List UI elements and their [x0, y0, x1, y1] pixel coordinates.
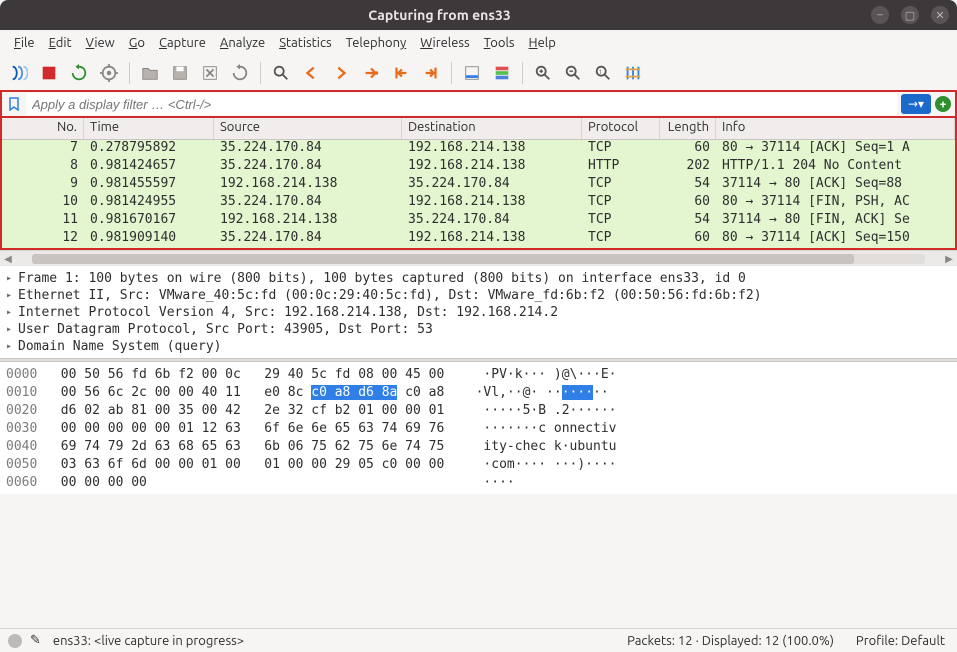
menu-go[interactable]: Go	[123, 34, 151, 52]
col-header-source[interactable]: Source	[214, 118, 402, 139]
menu-analyze[interactable]: Analyze	[214, 34, 271, 52]
detail-tree-item[interactable]: ▸Domain Name System (query)	[6, 338, 951, 355]
hex-row[interactable]: 0020 d6 02 ab 81 00 35 00 42 2e 32 cf b2…	[6, 402, 951, 420]
packet-row[interactable]: 90.981455597192.168.214.13835.224.170.84…	[2, 176, 955, 194]
toolbar-separator	[129, 62, 130, 84]
window-titlebar: Capturing from ens33 – ▢ ✕	[0, 0, 957, 30]
edit-capture-comment-icon[interactable]: ✎	[30, 633, 41, 648]
go-back-button[interactable]	[298, 60, 324, 86]
expand-icon: ▸	[6, 287, 18, 304]
resize-columns-button[interactable]	[620, 60, 646, 86]
packet-list-pane: No. Time Source Destination Protocol Len…	[0, 118, 957, 250]
menu-view[interactable]: View	[80, 34, 121, 52]
auto-scroll-button[interactable]	[459, 60, 485, 86]
col-header-info[interactable]: Info	[716, 118, 955, 139]
expand-icon: ▸	[6, 338, 18, 355]
go-first-button[interactable]	[388, 60, 414, 86]
capture-options-button[interactable]	[96, 60, 122, 86]
restart-capture-button[interactable]	[66, 60, 92, 86]
hex-row[interactable]: 0050 03 63 6f 6d 00 00 01 00 01 00 00 29…	[6, 456, 951, 474]
statusbar: ✎ ens33: <live capture in progress> Pack…	[0, 628, 957, 652]
find-packet-button[interactable]	[268, 60, 294, 86]
status-interface: ens33: <live capture in progress>	[49, 634, 248, 648]
menu-file[interactable]: File	[8, 34, 41, 52]
packet-list-header: No. Time Source Destination Protocol Len…	[2, 118, 955, 140]
detail-tree-item[interactable]: ▸Frame 1: 100 bytes on wire (800 bits), …	[6, 270, 951, 287]
go-forward-button[interactable]	[328, 60, 354, 86]
expert-info-icon[interactable]	[8, 634, 22, 648]
close-file-button[interactable]	[197, 60, 223, 86]
hex-row[interactable]: 0030 00 00 00 00 00 01 12 63 6f 6e 6e 65…	[6, 420, 951, 438]
toolbar-separator	[522, 62, 523, 84]
expand-icon: ▸	[6, 321, 18, 338]
detail-tree-item[interactable]: ▸Ethernet II, Src: VMware_40:5c:fd (00:0…	[6, 287, 951, 304]
reload-file-button[interactable]	[227, 60, 253, 86]
col-header-no[interactable]: No.	[2, 118, 84, 139]
hex-row[interactable]: 0010 00 56 6c 2c 00 00 40 11 e0 8c c0 a8…	[6, 384, 951, 402]
menu-wireless[interactable]: Wireless	[414, 34, 475, 52]
svg-text:1: 1	[599, 69, 603, 76]
menu-telephony[interactable]: Telephony	[340, 34, 413, 52]
col-header-length[interactable]: Length	[660, 118, 716, 139]
packet-row[interactable]: 100.98142495535.224.170.84192.168.214.13…	[2, 194, 955, 212]
hex-row[interactable]: 0000 00 50 56 fd 6b f2 00 0c 29 40 5c fd…	[6, 366, 951, 384]
packet-row[interactable]: 120.98190914035.224.170.84192.168.214.13…	[2, 230, 955, 248]
expand-icon: ▸	[6, 304, 18, 321]
col-header-destination[interactable]: Destination	[402, 118, 582, 139]
start-capture-button[interactable]	[6, 60, 32, 86]
save-file-button[interactable]	[167, 60, 193, 86]
window-maximize-button[interactable]: ▢	[901, 6, 919, 24]
bookmark-icon[interactable]	[6, 96, 22, 112]
menu-edit[interactable]: Edit	[43, 34, 78, 52]
detail-tree-item[interactable]: ▸Internet Protocol Version 4, Src: 192.1…	[6, 304, 951, 321]
detail-tree-item[interactable]: ▸User Datagram Protocol, Src Port: 43905…	[6, 321, 951, 338]
zoom-out-button[interactable]	[560, 60, 586, 86]
add-filter-button[interactable]: +	[935, 96, 951, 112]
menu-tools[interactable]: Tools	[478, 34, 521, 52]
window-title: Capturing from ens33	[8, 7, 871, 23]
stop-capture-button[interactable]	[36, 60, 62, 86]
hex-row[interactable]: 0060 00 00 00 00 ····	[6, 474, 951, 492]
expand-icon: ▸	[6, 270, 18, 287]
go-to-packet-button[interactable]	[358, 60, 384, 86]
packet-details-pane[interactable]: ▸Frame 1: 100 bytes on wire (800 bits), …	[0, 266, 957, 358]
colorize-button[interactable]	[489, 60, 515, 86]
col-header-time[interactable]: Time	[84, 118, 214, 139]
packet-bytes-pane[interactable]: 0000 00 50 56 fd 6b f2 00 0c 29 40 5c fd…	[0, 362, 957, 494]
status-packets: Packets: 12 · Displayed: 12 (100.0%)	[623, 634, 838, 648]
menu-capture[interactable]: Capture	[153, 34, 212, 52]
toolbar-separator	[451, 62, 452, 84]
packet-row[interactable]: 110.981670167192.168.214.13835.224.170.8…	[2, 212, 955, 230]
packet-row[interactable]: 80.98142465735.224.170.84192.168.214.138…	[2, 158, 955, 176]
toolbar-separator	[260, 62, 261, 84]
display-filter-input[interactable]	[26, 93, 897, 115]
go-last-button[interactable]	[418, 60, 444, 86]
menubar: File Edit View Go Capture Analyze Statis…	[0, 30, 957, 56]
open-file-button[interactable]	[137, 60, 163, 86]
hex-row[interactable]: 0040 69 74 79 2d 63 68 65 63 6b 06 75 62…	[6, 438, 951, 456]
status-profile[interactable]: Profile: Default	[852, 634, 949, 648]
zoom-in-button[interactable]	[530, 60, 556, 86]
window-close-button[interactable]: ✕	[931, 6, 949, 24]
packet-row[interactable]: 70.27879589235.224.170.84192.168.214.138…	[2, 140, 955, 158]
apply-filter-button[interactable]: →▾	[901, 94, 931, 114]
col-header-protocol[interactable]: Protocol	[582, 118, 660, 139]
display-filter-bar: →▾ +	[0, 90, 957, 118]
packet-list-hscrollbar[interactable]: ◀▶	[0, 250, 957, 266]
window-minimize-button[interactable]: –	[871, 6, 889, 24]
main-toolbar: 1	[0, 56, 957, 90]
zoom-reset-button[interactable]: 1	[590, 60, 616, 86]
menu-statistics[interactable]: Statistics	[273, 34, 337, 52]
menu-help[interactable]: Help	[523, 34, 562, 52]
